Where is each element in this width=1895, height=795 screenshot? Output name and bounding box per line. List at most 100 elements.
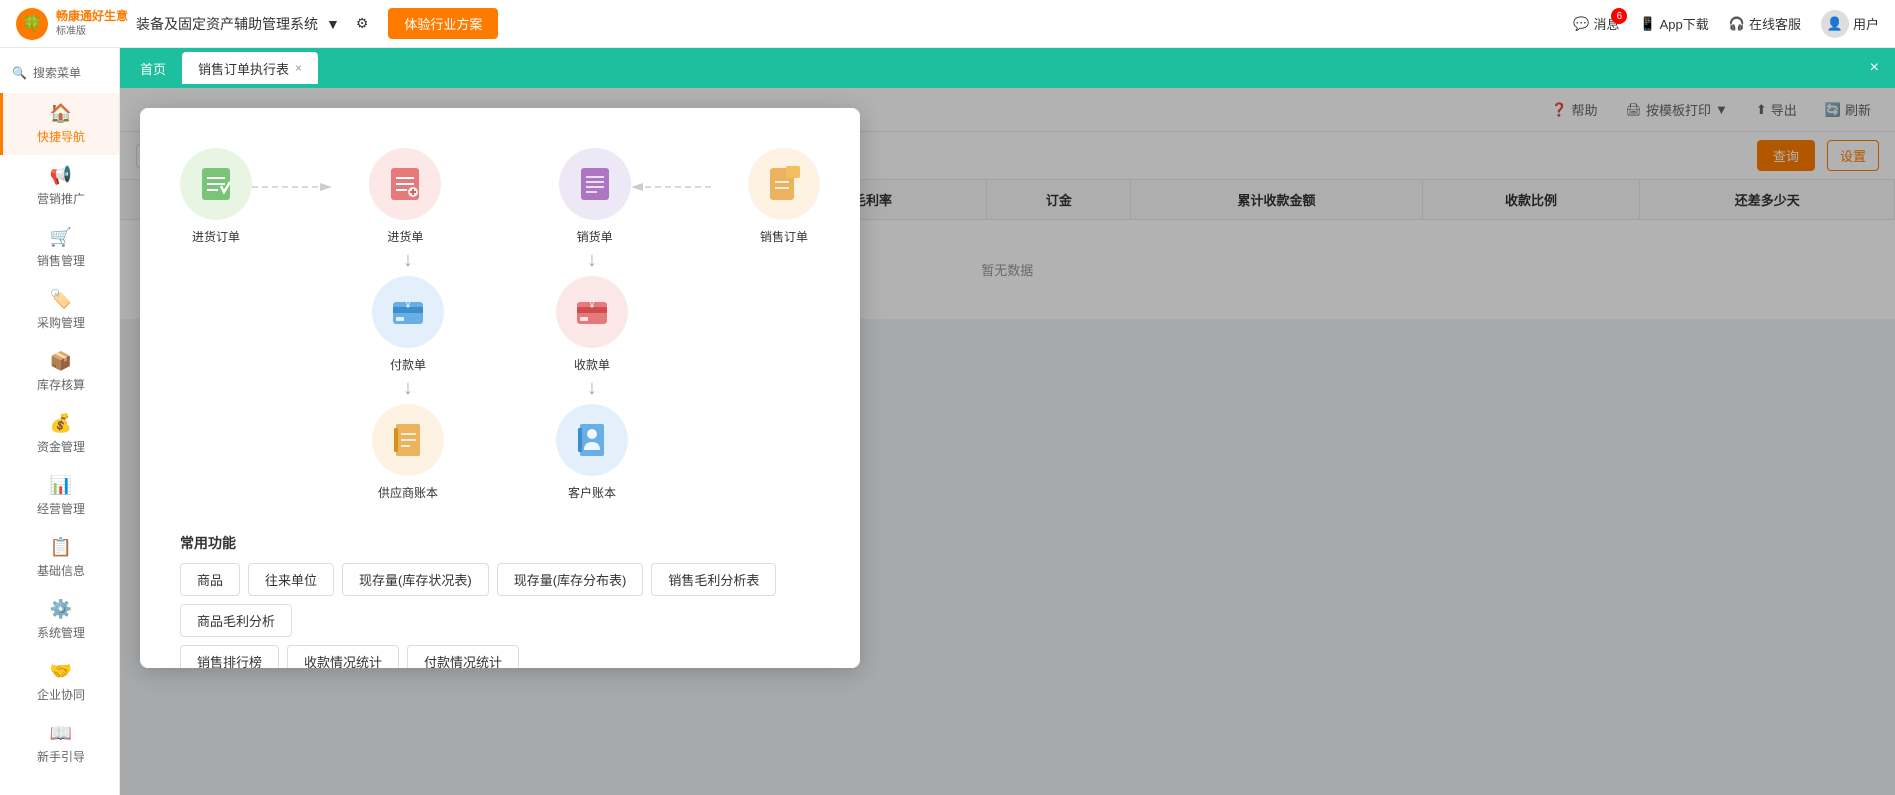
tab-home[interactable]: 首页 [124,52,182,84]
payment-icon: ¥ [388,292,428,332]
sidebar-item-guide[interactable]: 📖 新手引导 [0,713,119,775]
tab-bar: 首页 销售订单执行表 × × [120,48,1895,88]
cf-btn-sales-profit[interactable]: 销售毛利分析表 [651,563,776,596]
system-dropdown-icon[interactable]: ▼ [326,16,340,32]
tab-bar-close-icon[interactable]: × [1858,59,1891,77]
cf-buttons-row1: 商品 往来单位 现存量(库存状况表) 现存量(库存分布表) 销售毛利分析表 商品… [180,563,820,637]
dashed-arrow-1-icon [252,179,332,195]
flow-node-supplier-ledger[interactable]: 供应商账本 [372,404,444,501]
tab-sales-order-exec-label: 销售订单执行表 [198,59,289,78]
tab-sales-order-exec[interactable]: 销售订单执行表 × [182,52,318,84]
system-title-text: 装备及固定资产辅助管理系统 [136,14,318,34]
sidebar-item-basic-info[interactable]: 📋 基础信息 [0,527,119,589]
user-menu[interactable]: 👤 用户 [1821,10,1879,38]
customer-ledger-icon [572,420,612,460]
sidebar-item-label: 营销推广 [37,190,85,207]
purchase-icon: 🏷️ [50,289,72,310]
search-icon: 🔍 [12,66,27,80]
content-area: 首页 销售订单执行表 × × ❓ 帮助 🖨 按模板打印 ▼ [120,48,1895,795]
logo-line1: 畅康通好生意 [56,9,128,25]
app-download-label: App下载 [1660,14,1709,33]
sidebar-item-operations[interactable]: 📊 经营管理 [0,465,119,527]
sidebar-item-enterprise[interactable]: 🤝 企业协同 [0,651,119,713]
sales-order-icon [764,164,804,204]
cf-buttons-row2: 销售排行榜 收款情况统计 付款情况统计 [180,645,820,668]
flow-node-sales-bill[interactable]: 销货单 [559,148,631,245]
sidebar-item-label: 基础信息 [37,562,85,579]
arrow-left-1 [631,179,748,195]
settings-icon[interactable]: ⚙ [356,15,369,32]
flow-node-payment[interactable]: ¥ 付款单 [372,276,444,373]
tab-home-label: 首页 [140,59,166,78]
sidebar-item-label: 企业协同 [37,686,85,703]
flow-node-sales-order[interactable]: 销售订单 [748,148,820,245]
sales-order-label: 销售订单 [760,228,808,245]
sidebar-item-label: 销售管理 [37,252,85,269]
sidebar-item-label: 快捷导航 [37,128,85,145]
purchase-order-circle [180,148,252,220]
sidebar-item-finance[interactable]: 💰 资金管理 [0,403,119,465]
inventory-icon: 📦 [50,351,72,372]
receipt-icon: ¥ [572,292,612,332]
message-badge: 6 [1611,8,1627,24]
system-icon: ⚙️ [50,599,72,620]
customer-ledger-circle [556,404,628,476]
message-button[interactable]: 💬 消息 6 [1573,14,1619,33]
payment-circle: ¥ [372,276,444,348]
cf-btn-goods[interactable]: 商品 [180,563,240,596]
avatar: 👤 [1821,10,1849,38]
cf-btn-sales-rank[interactable]: 销售排行榜 [180,645,279,668]
flow-node-purchase-bill[interactable]: 进货单 [369,148,441,245]
top-header: 🍀 畅康通好生意 标准版 装备及固定资产辅助管理系统 ▼ ⚙ 体验行业方案 💬 … [0,0,1895,48]
down-arrows-row2: ↓ ↓ [180,377,820,400]
arrow-right-1 [252,179,369,195]
supplier-ledger-icon [388,420,428,460]
purchase-order-icon [196,164,236,204]
cf-btn-goods-profit[interactable]: 商品毛利分析 [180,604,292,637]
sidebar-item-sales[interactable]: 🛒 销售管理 [0,217,119,279]
supplier-ledger-label: 供应商账本 [378,484,438,501]
app-icon: 📱 [1639,16,1655,32]
flow-node-customer-ledger[interactable]: 客户账本 [556,404,628,501]
sidebar-item-quick-nav[interactable]: 🏠 快捷导航 [0,93,119,155]
search-menu-item[interactable]: 🔍 搜索菜单 [0,56,119,89]
logo-icon: 🍀 [16,8,48,40]
sidebar-item-marketing[interactable]: 📢 营销推广 [0,155,119,217]
flow-row-1: 进货订单 [180,148,820,245]
modal-dialog: 进货订单 [140,108,860,668]
sidebar-item-label: 系统管理 [37,624,85,641]
sidebar-item-inventory[interactable]: 📦 库存核算 [0,341,119,403]
sidebar-item-system[interactable]: ⚙️ 系统管理 [0,589,119,651]
user-name: 用户 [1853,14,1879,33]
customer-ledger-label: 客户账本 [568,484,616,501]
sidebar-item-label: 经营管理 [37,500,85,517]
cf-title: 常用功能 [180,533,820,553]
flow-node-receipt[interactable]: ¥ 收款单 [556,276,628,373]
message-icon: 💬 [1573,16,1589,32]
dashed-arrow-2-icon [631,179,711,195]
tab-close-icon[interactable]: × [295,61,302,75]
sales-order-circle [748,148,820,220]
down-arrow-payment: ↓ [372,377,444,400]
experience-button[interactable]: 体验行业方案 [388,8,498,39]
cf-btn-partners[interactable]: 往来单位 [248,563,334,596]
sidebar-item-purchase[interactable]: 🏷️ 采购管理 [0,279,119,341]
flow-diagram: 进货订单 [180,138,820,525]
finance-icon: 💰 [50,413,72,434]
app-download-button[interactable]: 📱 App下载 [1639,14,1708,33]
online-service-button[interactable]: 🎧 在线客服 [1729,14,1801,33]
cf-btn-receipt-stats[interactable]: 收款情况统计 [287,645,399,668]
modal-overlay[interactable]: 进货订单 [120,88,1895,795]
sales-icon: 🛒 [50,227,72,248]
operations-icon: 📊 [50,475,72,496]
marketing-icon: 📢 [50,165,72,186]
flow-node-purchase-order[interactable]: 进货订单 [180,148,252,245]
sidebar-item-label: 资金管理 [37,438,85,455]
flow-row-3: 供应商账本 [180,404,820,501]
cf-btn-payment-stats[interactable]: 付款情况统计 [407,645,519,668]
cf-btn-stock-dist[interactable]: 现存量(库存分布表) [497,563,644,596]
sidebar-item-label: 新手引导 [37,748,85,765]
enterprise-icon: 🤝 [50,661,72,682]
cf-btn-stock-status[interactable]: 现存量(库存状况表) [342,563,489,596]
system-title-area: 装备及固定资产辅助管理系统 ▼ ⚙ 体验行业方案 [136,8,1573,39]
